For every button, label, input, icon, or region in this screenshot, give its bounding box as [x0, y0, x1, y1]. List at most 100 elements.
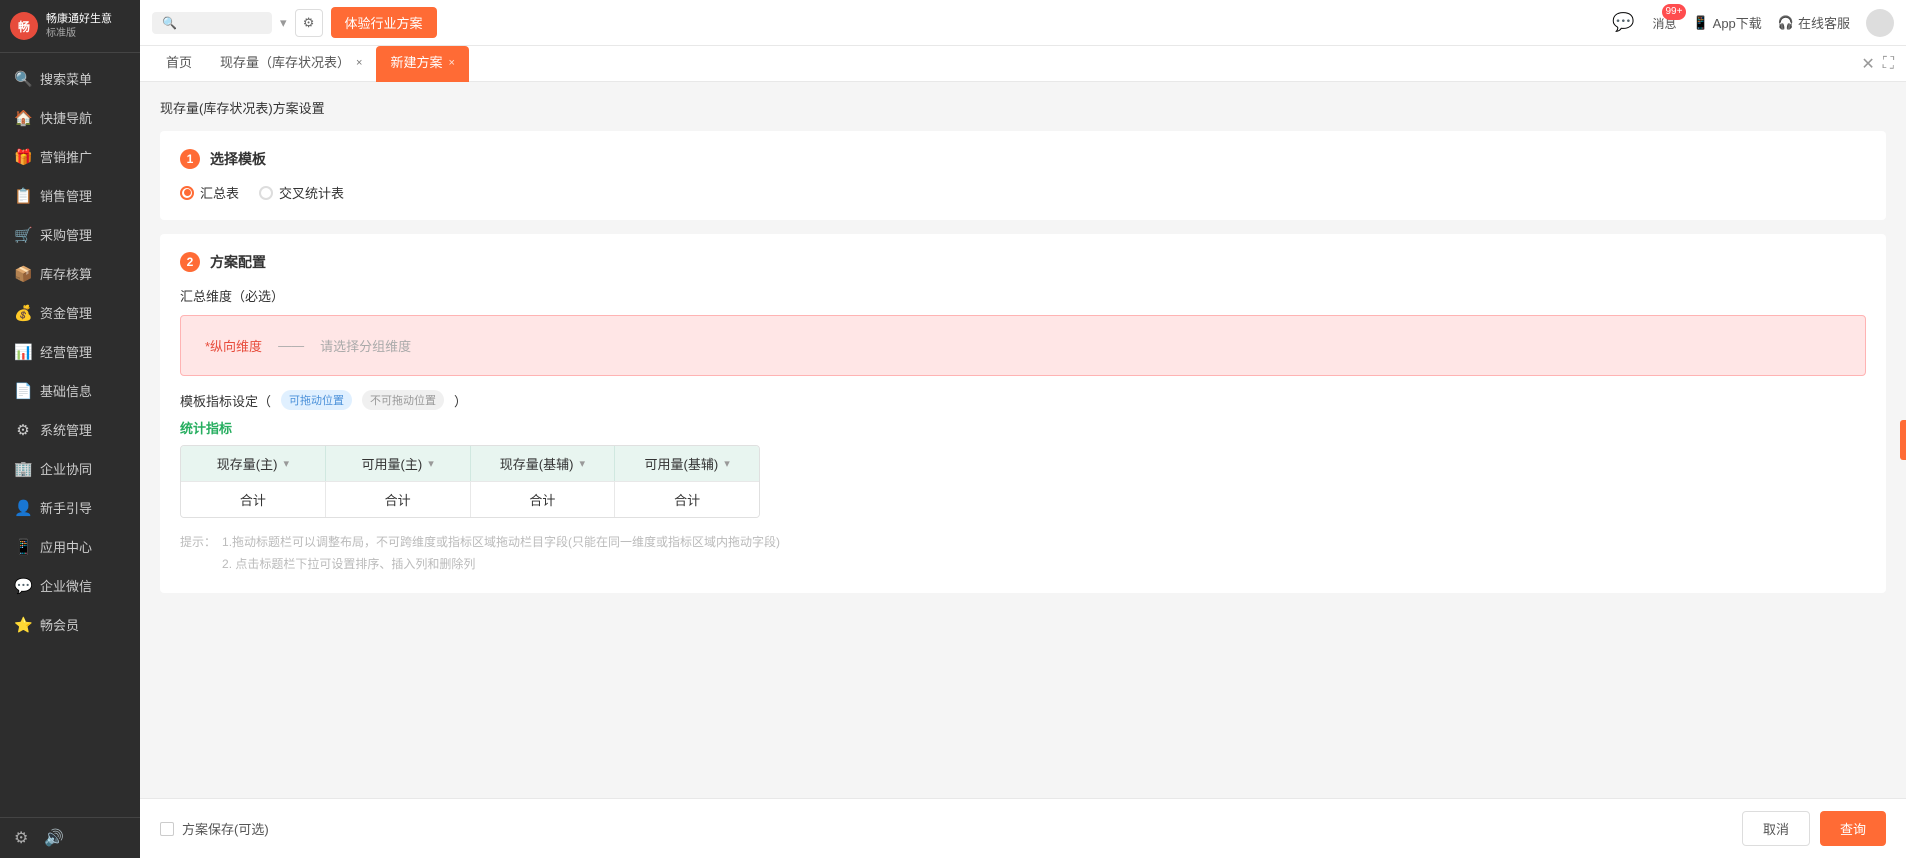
chart-icon: 📊 [14, 343, 32, 361]
error-required-text: *纵向维度 [205, 336, 262, 355]
radio-crosstab-dot [259, 186, 273, 200]
sidebar-item-label: 系统管理 [40, 420, 92, 439]
sidebar-item-marketing[interactable]: 🎁 营销推广 [0, 137, 140, 176]
sidebar-item-label: 采购管理 [40, 225, 92, 244]
message-badge: 99+ [1662, 4, 1687, 20]
error-dash: —— [278, 338, 304, 353]
radio-summary[interactable]: 汇总表 [180, 183, 239, 202]
dimension-section-label: 汇总维度（必选） [180, 289, 284, 304]
page-title: 现存量(库存状况表)方案设置 [160, 98, 1886, 117]
stats-cell-2: 合计 [471, 482, 616, 517]
message-button[interactable]: 💬 99+ 消息 [1612, 12, 1676, 33]
sidebar-item-wechat[interactable]: 💬 企业微信 [0, 566, 140, 605]
stats-col-0[interactable]: 现存量(主) ▾ [181, 446, 326, 481]
save-option[interactable]: 方案保存(可选) [160, 819, 269, 838]
sidebar-item-enterprise[interactable]: 🏢 企业协同 [0, 449, 140, 488]
stats-col-2[interactable]: 现存量(基辅) ▾ [471, 446, 616, 481]
close-paren: ） [454, 391, 467, 410]
tab-new-plan-close[interactable]: × [448, 45, 454, 81]
stats-col-1[interactable]: 可用量(主) ▾ [326, 446, 471, 481]
home-icon: 🏠 [14, 109, 32, 127]
online-service-link[interactable]: 🎧 在线客服 [1778, 13, 1850, 32]
cart-icon: 🛒 [14, 226, 32, 244]
sidebar-item-operation[interactable]: 📊 经营管理 [0, 332, 140, 371]
sidebar-item-appstore[interactable]: 📱 应用中心 [0, 527, 140, 566]
draggable-chip: 可拖动位置 [281, 390, 352, 410]
stats-cell-1: 合计 [326, 482, 471, 517]
topbar-left: 🔍 ▾ ⚙ 体验行业方案 [152, 7, 1602, 38]
sidebar-item-label: 应用中心 [40, 537, 92, 556]
sidebar-footer: ⚙ 🔊 [0, 817, 140, 858]
step2-header: 2 方案配置 [180, 252, 1866, 272]
trial-button[interactable]: 体验行业方案 [331, 7, 437, 38]
gear-button[interactable]: ⚙ [295, 9, 323, 37]
search-box[interactable]: 🔍 [152, 12, 272, 34]
expand-icon[interactable]: ⛶ [1883, 55, 1894, 73]
step2-label: 方案配置 [210, 252, 266, 272]
sidebar-item-label: 资金管理 [40, 303, 92, 322]
sidebar-item-newbie[interactable]: 👤 新手引导 [0, 488, 140, 527]
sidebar-item-label: 销售管理 [40, 186, 92, 205]
radio-summary-label: 汇总表 [200, 183, 239, 202]
settings-footer-icon[interactable]: ⚙ [14, 828, 28, 848]
step2-badge: 2 [180, 252, 200, 272]
error-placeholder: 请选择分组维度 [320, 336, 411, 355]
radio-crosstab[interactable]: 交叉统计表 [259, 183, 344, 202]
stats-section-label: 统计指标 [180, 418, 1866, 437]
chevron-col-3[interactable]: ▾ [724, 457, 730, 470]
dimension-error-box[interactable]: *纵向维度 —— 请选择分组维度 [180, 315, 1866, 376]
stats-cell-0: 合计 [181, 482, 326, 517]
tab-new-plan[interactable]: 新建方案 × [376, 46, 468, 82]
sidebar-item-sales[interactable]: 📋 销售管理 [0, 176, 140, 215]
tab-actions: ✕ ⛶ [1861, 54, 1894, 74]
step1-label: 选择模板 [210, 149, 266, 169]
indicator-label-row: 模板指标设定（ 可拖动位置 不可拖动位置 ） [180, 390, 1866, 410]
sidebar-item-label: 快捷导航 [40, 108, 92, 127]
indicator-label-text: 模板指标设定（ [180, 391, 271, 410]
tip-item-1: 提示： 1.拖动标题栏可以调整布局，不可跨维度或指标区域拖动栏目字段(只能在同一… [180, 532, 1866, 554]
sidebar-item-shortcut[interactable]: 🏠 快捷导航 [0, 98, 140, 137]
building-icon: 🏢 [14, 460, 32, 478]
template-radio-group: 汇总表 交叉统计表 [180, 183, 1866, 202]
sidebar-item-finance[interactable]: 💰 资金管理 [0, 293, 140, 332]
logo-text: 畅康通好生意 标准版 [46, 12, 112, 39]
sidebar-item-purchase[interactable]: 🛒 采购管理 [0, 215, 140, 254]
chevron-col-0[interactable]: ▾ [283, 457, 289, 470]
doc-icon: 📄 [14, 382, 32, 400]
search-icon-topbar: 🔍 [162, 16, 177, 30]
save-checkbox[interactable] [160, 822, 174, 836]
close-window-icon[interactable]: ✕ [1861, 54, 1874, 74]
radio-crosstab-label: 交叉统计表 [279, 183, 344, 202]
tip-item-2: 提示： 2. 点击标题栏下拉可设置排序、插入列和删除列 [180, 554, 1866, 576]
user-avatar[interactable] [1866, 9, 1894, 37]
sidebar-item-label: 基础信息 [40, 381, 92, 400]
sidebar-item-system[interactable]: ⚙ 系统管理 [0, 410, 140, 449]
sidebar-item-inventory[interactable]: 📦 库存核算 [0, 254, 140, 293]
tab-home-label: 首页 [166, 45, 192, 81]
sidebar-nav: 🔍 搜索菜单 🏠 快捷导航 🎁 营销推广 📋 销售管理 🛒 采购管理 📦 库存核… [0, 53, 140, 817]
sidebar-item-label: 营销推广 [40, 147, 92, 166]
sidebar-item-member[interactable]: ⭐ 畅会员 [0, 605, 140, 644]
user-icon: 👤 [14, 499, 32, 517]
stats-col-3[interactable]: 可用量(基辅) ▾ [615, 446, 759, 481]
chevron-col-1[interactable]: ▾ [428, 457, 434, 470]
clipboard-icon: 📋 [14, 187, 32, 205]
content-area: 现存量(库存状况表)方案设置 1 选择模板 汇总表 交叉统计表 2 [140, 82, 1906, 798]
tab-inventory-status[interactable]: 现存量（库存状况表） × [206, 46, 376, 82]
step1-card: 1 选择模板 汇总表 交叉统计表 [160, 131, 1886, 220]
chevron-down-icon[interactable]: ▾ [280, 15, 287, 31]
app-download-link[interactable]: 📱 App下载 [1692, 13, 1761, 32]
tab-inventory-close[interactable]: × [356, 45, 362, 81]
chevron-col-2[interactable]: ▾ [579, 457, 585, 470]
sidebar-item-label: 新手引导 [40, 498, 92, 517]
tab-home[interactable]: 首页 [152, 46, 206, 82]
sidebar-item-basic[interactable]: 📄 基础信息 [0, 371, 140, 410]
audio-footer-icon[interactable]: 🔊 [44, 828, 64, 848]
save-option-label: 方案保存(可选) [182, 819, 269, 838]
query-button[interactable]: 查询 [1820, 811, 1886, 846]
sidebar-item-search[interactable]: 🔍 搜索菜单 [0, 59, 140, 98]
logo-icon: 畅 [10, 12, 38, 40]
cancel-button[interactable]: 取消 [1742, 811, 1810, 846]
resize-handle[interactable] [1900, 420, 1906, 460]
sidebar: 畅 畅康通好生意 标准版 🔍 搜索菜单 🏠 快捷导航 🎁 营销推广 📋 销售管理… [0, 0, 140, 858]
